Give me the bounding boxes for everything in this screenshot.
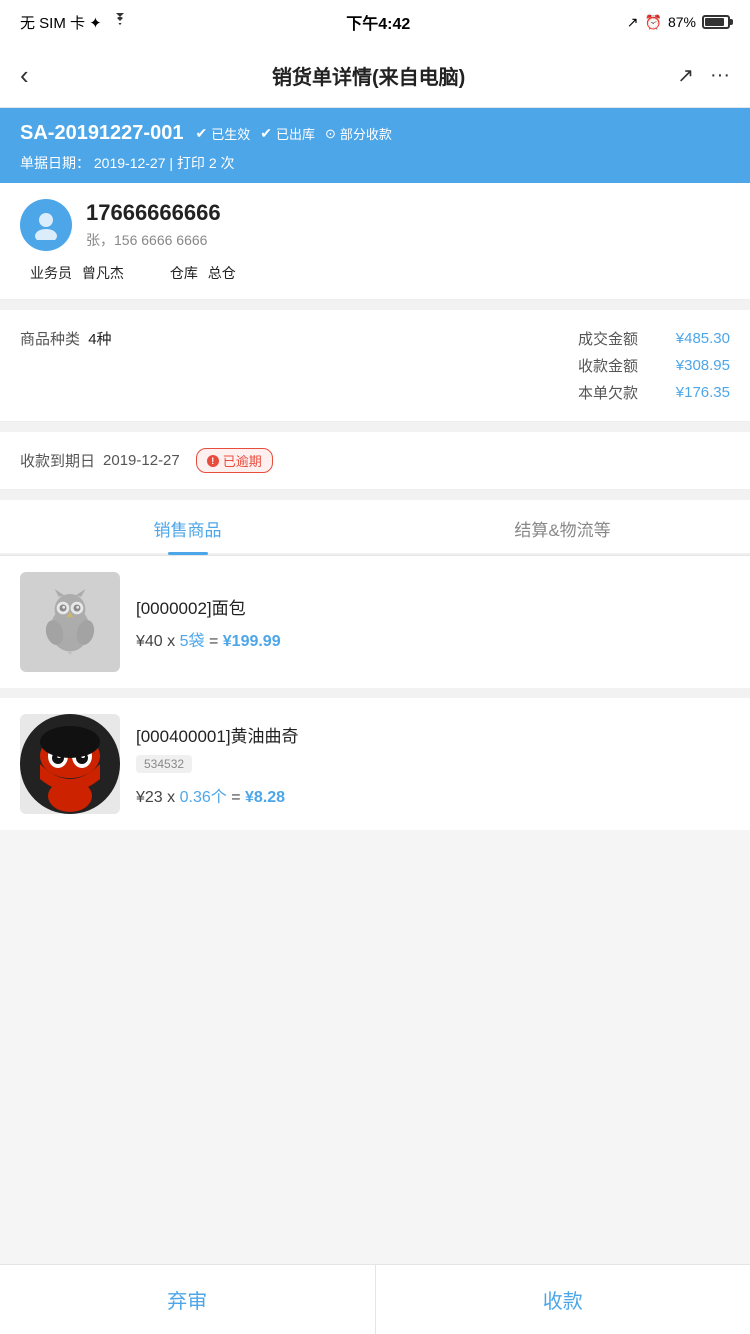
product-qty-2: 0.36个 — [180, 789, 227, 806]
customer-sub: 张，156 6666 6666 — [86, 230, 221, 250]
more-button[interactable]: ··· — [710, 64, 730, 87]
status-bar: 无 SIM 卡 ✦ 下午4:42 ↗ ⏰ 87% — [0, 0, 750, 44]
clock-icon: ⊙ — [325, 126, 336, 142]
overdue-section: 收款到期日 2019-12-27 ! 已逾期 — [0, 432, 750, 490]
check-icon: ✔ — [195, 125, 207, 142]
share-button[interactable]: ↗ — [677, 63, 694, 88]
product-image-2 — [20, 714, 120, 814]
status-time: 下午4:42 — [346, 10, 410, 34]
product-image-1: + — [20, 572, 120, 672]
product-info-2: [000400001]黄油曲奇 534532 ¥23 x 0.36个 = ¥8.… — [136, 722, 730, 807]
products-list: + [0000002]面包 ¥40 x 5袋 = ¥199.99 — [0, 556, 750, 830]
product-tag-2: 534532 — [136, 755, 192, 773]
meta-sales: 业务员 曾凡杰 — [24, 263, 124, 283]
tab-settlement[interactable]: 结算&物流等 — [375, 500, 750, 553]
nav-bar: ‹ 销货单详情(来自电脑) ↗ ··· — [0, 44, 750, 108]
stat-debt: 本单欠款 ¥176.35 — [578, 382, 730, 403]
nav-actions: ↗ ··· — [677, 63, 730, 88]
order-id: SA-20191227-001 — [20, 122, 183, 145]
stat-received: 收款金额 ¥308.95 — [578, 355, 730, 376]
stats-left: 商品种类 4种 — [20, 328, 112, 349]
product-price-2: ¥23 x 0.36个 = ¥8.28 — [136, 783, 730, 807]
tabs-row: 销售商品 结算&物流等 — [0, 500, 750, 555]
product-total-2: ¥8.28 — [245, 789, 285, 806]
status-badges: ✔ 已生效 ✔ 已出库 ⊙ 部分收款 — [195, 124, 391, 143]
bottom-bar: 弃审 收款 — [0, 1264, 750, 1334]
customer-section: 17666666666 张，156 6666 6666 业务员 曾凡杰 仓库 总… — [0, 183, 750, 300]
location-icon: ↗ — [627, 14, 639, 31]
stat-amount: 成交金额 ¥485.30 — [578, 328, 730, 349]
back-button[interactable]: ‹ — [20, 60, 60, 91]
overdue-date: 2019-12-27 — [103, 452, 180, 469]
product-price-1: ¥40 x 5袋 = ¥199.99 — [136, 627, 730, 651]
order-date-info: 单据日期： 2019-12-27 | 打印 2 次 — [20, 153, 730, 173]
product-qty-1: 5袋 — [180, 633, 205, 650]
tab-sales-products[interactable]: 销售商品 — [0, 500, 375, 553]
meta-warehouse: 仓库 总仓 — [164, 263, 236, 283]
status-left: 无 SIM 卡 ✦ — [20, 12, 130, 33]
stats-right: 成交金额 ¥485.30 收款金额 ¥308.95 本单欠款 ¥176.35 — [578, 328, 730, 403]
badge-activated: ✔ 已生效 — [195, 124, 250, 143]
section-divider-2 — [0, 422, 750, 432]
product-info-1: [0000002]面包 ¥40 x 5袋 = ¥199.99 — [136, 594, 730, 651]
wifi-icon — [110, 13, 130, 31]
alarm-icon: ⏰ — [645, 14, 662, 31]
customer-name: 17666666666 — [86, 200, 221, 226]
tabs-section: 销售商品 结算&物流等 — [0, 500, 750, 556]
overdue-badge: ! 已逾期 — [196, 448, 273, 473]
customer-row: 17666666666 张，156 6666 6666 — [20, 199, 730, 251]
header-banner: SA-20191227-001 ✔ 已生效 ✔ 已出库 ⊙ 部分收款 单据日期：… — [0, 108, 750, 183]
check-icon-2: ✔ — [260, 125, 272, 142]
overdue-dot-icon: ! — [207, 455, 219, 467]
avatar — [20, 199, 72, 251]
badge-partial: ⊙ 部分收款 — [325, 124, 392, 143]
customer-details: 17666666666 张，156 6666 6666 — [86, 200, 221, 250]
overdue-label: 收款到期日 — [20, 450, 95, 471]
table-row: + [0000002]面包 ¥40 x 5袋 = ¥199.99 — [0, 556, 750, 688]
confirm-button[interactable]: 收款 — [376, 1265, 750, 1334]
customer-meta: 业务员 曾凡杰 仓库 总仓 — [20, 263, 730, 283]
section-divider-3 — [0, 490, 750, 500]
battery-icon — [702, 15, 730, 29]
table-row: [000400001]黄油曲奇 534532 ¥23 x 0.36个 = ¥8.… — [0, 698, 750, 830]
product-total-1: ¥199.99 — [223, 633, 281, 650]
battery-percent: 87% — [668, 14, 696, 30]
badge-shipped: ✔ 已出库 — [260, 124, 315, 143]
cancel-button[interactable]: 弃审 — [0, 1265, 376, 1334]
stats-section: 商品种类 4种 成交金额 ¥485.30 收款金额 ¥308.95 本单欠款 ¥… — [0, 310, 750, 422]
product-name-2: [000400001]黄油曲奇 — [136, 722, 730, 747]
svg-text:+: + — [68, 648, 73, 657]
status-right: ↗ ⏰ 87% — [627, 14, 730, 31]
product-name-1: [0000002]面包 — [136, 594, 730, 619]
sim-label: 无 SIM 卡 ✦ — [20, 12, 102, 33]
page-title: 销货单详情(来自电脑) — [272, 61, 465, 90]
section-divider-1 — [0, 300, 750, 310]
